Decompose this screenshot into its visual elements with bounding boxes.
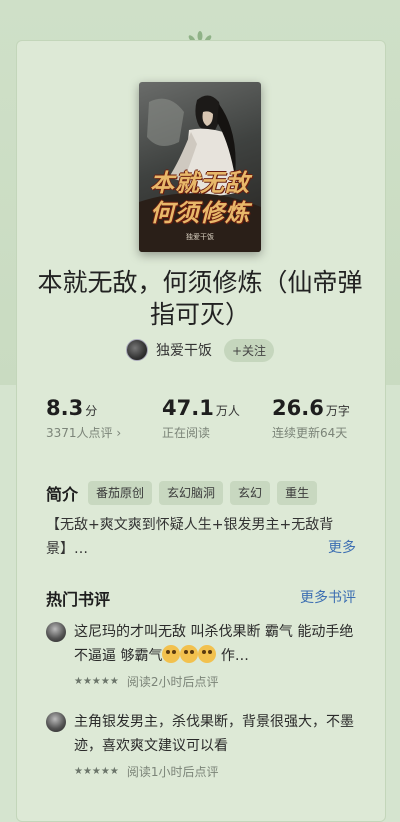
readers-label: 正在阅读 [162,426,211,440]
tag-fanqie-original[interactable]: 番茄原创 [88,481,153,505]
book-title: 本就无敌，何须修炼（仙帝弹指可灭） [37,268,363,329]
review-stars: ★★★★★ [74,676,119,687]
reviews-heading: 热门书评 [46,590,111,609]
tag-rebirth[interactable]: 重生 [277,481,318,505]
review-stars: ★★★★★ [74,766,119,777]
update-streak: 连续更新64天 [272,426,348,440]
readers-value: 47.1 [162,396,214,420]
follow-button[interactable]: +关注 [223,338,275,362]
review-text: 主角银发男主，杀伐果断，背景很强大，不墨迹，喜欢爽文建议可以看 [74,714,354,754]
review-text: 这尼玛的才叫无敌 叫杀伐果断 霸气 能动手绝不逼逼 够霸气 作… [74,620,358,668]
flushed-face-icon [180,645,199,663]
rating-count[interactable]: 3371人点评 › [46,424,121,441]
review-time: 阅读2小时后点评 [126,675,219,689]
cover-title: 本就无敌 何须修炼 [139,168,261,228]
cover-author: 独爱干饭 [186,233,214,241]
reviewer-avatar[interactable] [46,712,66,732]
intro-header: 简介 番茄原创 玄幻脑洞 玄幻 重生 [46,480,366,506]
words-value: 26.6 [272,396,324,420]
book-cover[interactable]: 本就无敌 何须修炼 独爱干饭 [139,82,261,252]
book-detail-page: 本就无敌 何须修炼 独爱干饭 本就无敌，何须修炼（仙帝弹指可灭） 独爱干饭 +关… [0,0,400,822]
rating-unit: 分 [85,404,98,418]
author-row: 独爱干饭 +关注 [0,337,400,363]
review-item[interactable]: 主角银发男主，杀伐果断，背景很强大，不墨迹，喜欢爽文建议可以看 ★★★★★ 阅读… [46,710,362,784]
review-time: 阅读1小时后点评 [126,765,219,779]
flushed-face-icon [198,645,217,663]
stat-readers: 47.1 万人 正在阅读 [162,396,240,441]
flushed-face-icon [162,645,181,663]
reviews-header: 热门书评 更多书评 [46,586,356,609]
tag-xuanhuan-naodong[interactable]: 玄幻脑洞 [159,481,224,505]
review-item[interactable]: 这尼玛的才叫无敌 叫杀伐果断 霸气 能动手绝不逼逼 够霸气 作… ★★★★★ 阅… [46,620,362,694]
intro-heading: 简介 [46,485,79,504]
author-name[interactable]: 独爱干饭 [156,340,212,360]
tag-xuanhuan[interactable]: 玄幻 [230,481,271,505]
stat-rating[interactable]: 8.3 分 3371人点评 › [46,396,121,441]
intro-more-link[interactable]: 更多 [324,537,356,557]
stats-row: 8.3 分 3371人点评 › 47.1 万人 正在阅读 26.6 万字 连续更新64… [46,396,366,446]
cover-title-line2: 何须修炼 [150,198,250,227]
cover-title-line1: 本就无敌 [150,168,250,197]
readers-unit: 万人 [215,404,240,418]
more-reviews-link[interactable]: 更多书评 [300,587,356,607]
words-unit: 万字 [325,404,350,418]
stat-words: 26.6 万字 连续更新64天 [272,396,350,441]
author-avatar[interactable] [125,339,148,361]
review-meta: ★★★★★ 阅读1小时后点评 [74,763,218,780]
review-text-tail: 作… [216,648,249,664]
intro-text[interactable]: 【无敌+爽文爽到怀疑人生+银发男主+无敌背景】… [46,513,362,561]
review-meta: ★★★★★ 阅读2小时后点评 [74,673,218,690]
rating-value: 8.3 [46,396,84,420]
reviewer-avatar[interactable] [46,622,66,642]
